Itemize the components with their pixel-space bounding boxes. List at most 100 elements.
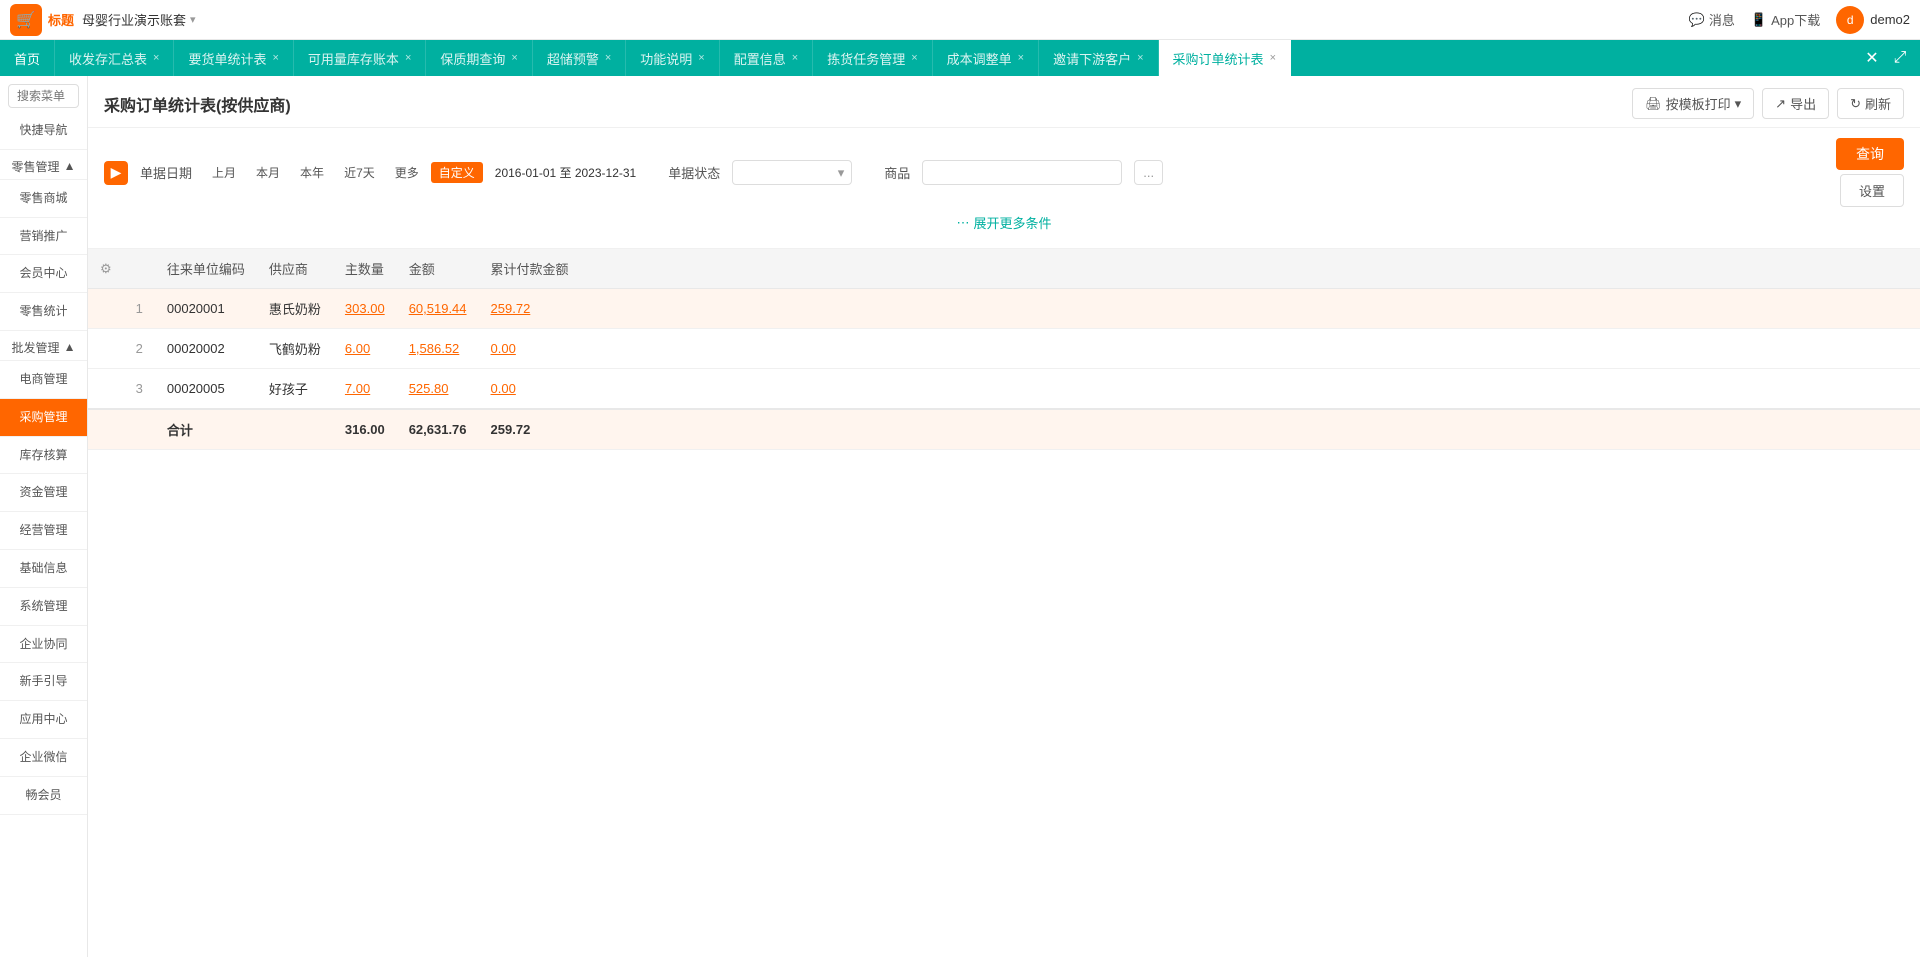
date-shortcuts: 上月 本月 本年 近7天 更多 自定义 [204, 162, 483, 183]
close-tab-btn[interactable]: ✕ [1860, 46, 1884, 70]
sidebar-item-marketing[interactable]: 营销推广 [0, 218, 87, 256]
column-settings-icon[interactable]: ⚙ [100, 261, 112, 276]
td-extra [581, 329, 1920, 369]
sidebar: 快捷导航 零售管理 ▲ 零售商城 营销推广 会员中心 零售统计 批发管理 ▲ 电… [0, 76, 88, 957]
page-actions: 🖨 按模板打印 ▾ ↗ 导出 ↻ 刷新 [1632, 88, 1904, 119]
footer-empty1 [88, 409, 124, 450]
tab-keyong[interactable]: 可用量库存账本 × [294, 40, 426, 76]
tab-chaochuyujing[interactable]: 超储预警 × [533, 40, 626, 76]
refresh-button[interactable]: ↻ 刷新 [1837, 88, 1904, 119]
date-shortcut-more[interactable]: 更多 [387, 162, 427, 183]
amount-link[interactable]: 525.80 [409, 381, 449, 396]
sidebar-item-operation[interactable]: 经营管理 [0, 512, 87, 550]
content-area: 采购订单统计表(按供应商) 🖨 按模板打印 ▾ ↗ 导出 ↻ 刷新 [88, 76, 1920, 957]
print-button[interactable]: 🖨 按模板打印 ▾ [1632, 88, 1754, 119]
app-download-button[interactable]: 📱 App下载 [1751, 10, 1820, 29]
qty-link[interactable]: 303.00 [345, 301, 385, 316]
filter-row-main: ▶ 单据日期 上月 本月 本年 近7天 更多 自定义 2016-01-01 至 … [104, 138, 1904, 207]
amount-link[interactable]: 1,586.52 [409, 341, 460, 356]
sidebar-item-finance[interactable]: 资金管理 [0, 474, 87, 512]
sidebar-item-purchase[interactable]: 采购管理 [0, 399, 87, 437]
filter-toggle-button[interactable]: ▶ [104, 161, 128, 185]
td-paid: 0.00 [479, 329, 581, 369]
query-button[interactable]: 查询 [1836, 138, 1904, 170]
close-icon[interactable]: × [153, 52, 159, 64]
sidebar-item-quicknav[interactable]: 快捷导航 [0, 112, 87, 150]
sidebar-item-inventory[interactable]: 库存核算 [0, 437, 87, 475]
expand-label: 展开更多条件 [973, 213, 1051, 232]
goods-label: 商品 [884, 163, 910, 182]
expand-tab-btn[interactable]: ⤢ [1888, 46, 1912, 70]
paid-link[interactable]: 0.00 [491, 341, 516, 356]
sidebar-item-basic[interactable]: 基础信息 [0, 550, 87, 588]
export-button[interactable]: ↗ 导出 [1762, 88, 1829, 119]
table-row: 3 00020005 好孩子 7.00 525.80 0.00 [88, 369, 1920, 410]
goods-ellipsis-btn[interactable]: ... [1134, 160, 1163, 185]
date-shortcut-lastmonth[interactable]: 上月 [204, 162, 244, 183]
close-icon[interactable]: × [405, 52, 411, 64]
close-icon[interactable]: × [911, 52, 917, 64]
paid-link[interactable]: 0.00 [491, 381, 516, 396]
sidebar-item-membership[interactable]: 会员中心 [0, 255, 87, 293]
sidebar-item-wholesale[interactable]: 批发管理 ▲ [0, 331, 87, 361]
settings-button[interactable]: 设置 [1840, 174, 1904, 207]
close-icon[interactable]: × [1018, 52, 1024, 64]
sidebar-item-ecommerce[interactable]: 电商管理 [0, 361, 87, 399]
close-icon[interactable]: × [698, 52, 704, 64]
status-label: 单据状态 [668, 163, 720, 182]
expand-conditions-button[interactable]: ⋯ 展开更多条件 [956, 213, 1051, 232]
date-shortcut-thisyear[interactable]: 本年 [292, 162, 332, 183]
close-icon[interactable]: × [605, 52, 611, 64]
sidebar-item-newguide[interactable]: 新手引导 [0, 663, 87, 701]
date-shortcut-thismonth[interactable]: 本月 [248, 162, 288, 183]
tab-caigou[interactable]: 采购订单统计表 × [1159, 40, 1291, 76]
sidebar-item-wechat[interactable]: 企业微信 [0, 739, 87, 777]
td-paid: 0.00 [479, 369, 581, 410]
search-input[interactable] [8, 84, 79, 108]
qty-link[interactable]: 7.00 [345, 381, 370, 396]
filter-area: ▶ 单据日期 上月 本月 本年 近7天 更多 自定义 2016-01-01 至 … [88, 128, 1920, 249]
close-icon[interactable]: × [511, 52, 517, 64]
tab-shoufa[interactable]: 收发存汇总表 × [55, 40, 174, 76]
close-icon[interactable]: × [272, 52, 278, 64]
tab-gongneng[interactable]: 功能说明 × [626, 40, 719, 76]
tab-home[interactable]: 首页 [0, 40, 55, 76]
sidebar-item-system[interactable]: 系统管理 [0, 588, 87, 626]
table-footer: 合计 316.00 62,631.76 259.72 [88, 409, 1920, 450]
tab-chengben[interactable]: 成本调整单 × [933, 40, 1039, 76]
close-icon[interactable]: × [1270, 52, 1276, 64]
status-select[interactable] [732, 160, 852, 185]
date-custom-badge[interactable]: 自定义 [431, 162, 483, 183]
tab-baozhiqi[interactable]: 保质期查询 × [426, 40, 532, 76]
tab-peizhi[interactable]: 配置信息 × [720, 40, 813, 76]
workspace-selector[interactable]: 母婴行业演示账套 ▾ [82, 10, 196, 29]
paid-link[interactable]: 259.72 [491, 301, 531, 316]
tab-yaoqing[interactable]: 邀请下游客户 × [1039, 40, 1158, 76]
qty-link[interactable]: 6.00 [345, 341, 370, 356]
sidebar-search-wrapper [0, 76, 87, 112]
td-extra [581, 369, 1920, 410]
tab-yaohuo[interactable]: 要货单统计表 × [174, 40, 293, 76]
close-icon[interactable]: × [792, 52, 798, 64]
sidebar-item-enterprise[interactable]: 企业协同 [0, 626, 87, 664]
footer-supplier-empty [257, 409, 333, 450]
tab-tuohuo[interactable]: 拣货任务管理 × [813, 40, 932, 76]
footer-label: 合计 [155, 409, 257, 450]
user-area[interactable]: d demo2 [1836, 6, 1910, 34]
amount-link[interactable]: 60,519.44 [409, 301, 467, 316]
sidebar-item-retail-stats[interactable]: 零售统计 [0, 293, 87, 331]
td-amount: 60,519.44 [397, 289, 479, 329]
message-button[interactable]: 💬 消息 [1689, 10, 1735, 29]
close-icon[interactable]: × [1137, 52, 1143, 64]
th-settings[interactable]: ⚙ [88, 249, 124, 289]
sidebar-item-retail-shop[interactable]: 零售商城 [0, 180, 87, 218]
goods-input[interactable] [922, 160, 1122, 185]
table-container: ⚙ 往来单位编码 供应商 主数量 金额 累计付款金额 [88, 249, 1920, 957]
date-shortcut-7days[interactable]: 近7天 [336, 162, 383, 183]
sidebar-item-appstore[interactable]: 应用中心 [0, 701, 87, 739]
td-num: 3 [124, 369, 155, 410]
sidebar-item-retail[interactable]: 零售管理 ▲ [0, 150, 87, 180]
footer-amount: 62,631.76 [397, 409, 479, 450]
date-label: 单据日期 [140, 163, 192, 182]
sidebar-item-member[interactable]: 畅会员 [0, 777, 87, 815]
